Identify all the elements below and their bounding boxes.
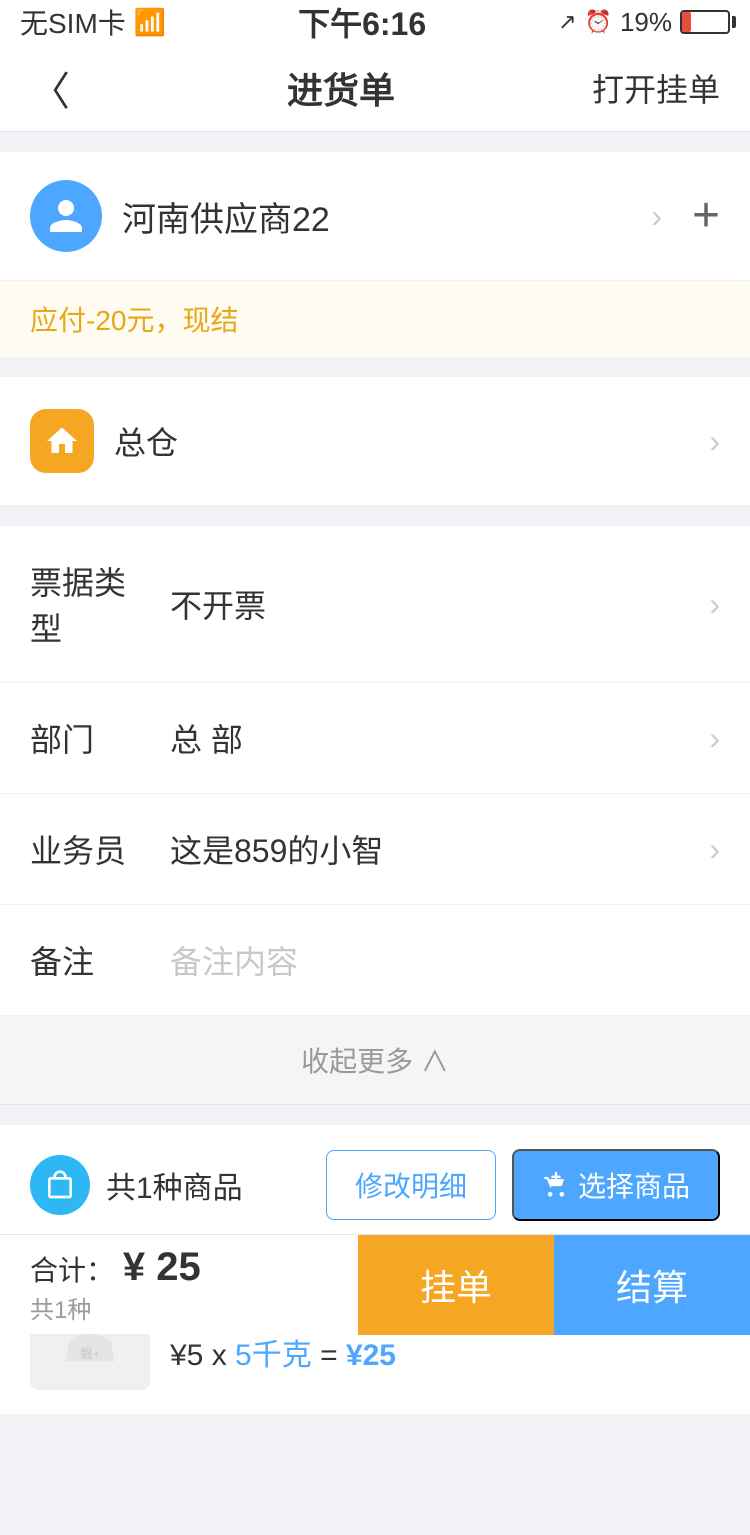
warehouse-section: 总仓 › bbox=[0, 377, 750, 506]
department-value: 总 部 bbox=[150, 715, 709, 761]
invoice-type-chevron-icon: › bbox=[709, 586, 720, 623]
gps-icon: ↗ bbox=[558, 9, 576, 35]
salesperson-label: 业务员 bbox=[30, 826, 150, 872]
invoice-type-row[interactable]: 票据类型 不开票 › bbox=[0, 526, 750, 683]
supplier-section: 河南供应商22 › + 应付-20元，现结 bbox=[0, 152, 750, 357]
carrier-text: 无SIM卡 bbox=[20, 2, 126, 42]
status-right: ↗ ⏰ 19% bbox=[558, 7, 730, 38]
total-section: 合计： ¥ 25 共1种 bbox=[0, 1245, 358, 1325]
product-unit-price: ¥5 x bbox=[170, 1339, 235, 1372]
remark-input[interactable]: 备注内容 bbox=[150, 937, 720, 983]
hang-button[interactable]: 挂单 bbox=[358, 1235, 554, 1335]
add-supplier-button[interactable]: + bbox=[692, 192, 720, 240]
battery-text: 19% bbox=[620, 7, 672, 38]
open-pending-button[interactable]: 打开挂单 bbox=[592, 65, 720, 111]
status-left: 无SIM卡 📶 bbox=[20, 2, 166, 42]
product-price: ¥5 x 5千克 = ¥25 bbox=[170, 1330, 664, 1374]
supplier-chevron-icon: › bbox=[651, 198, 662, 235]
nav-bar: 〈 进货单 打开挂单 bbox=[0, 44, 750, 132]
form-fields-section: 票据类型 不开票 › 部门 总 部 › 业务员 这是859的小智 › 备注 备注… bbox=[0, 526, 750, 1016]
products-count: 共1种商品 bbox=[106, 1163, 326, 1207]
cart-add-icon bbox=[542, 1171, 570, 1199]
supplier-avatar bbox=[30, 180, 102, 252]
total-count: 共1种 bbox=[30, 1290, 328, 1325]
remark-label: 备注 bbox=[30, 937, 150, 983]
product-total: ¥25 bbox=[346, 1339, 396, 1372]
department-label: 部门 bbox=[30, 715, 150, 761]
wifi-icon: 📶 bbox=[134, 7, 166, 38]
salesperson-row[interactable]: 业务员 这是859的小智 › bbox=[0, 794, 750, 905]
department-chevron-icon: › bbox=[709, 720, 720, 757]
page-title: 进货单 bbox=[287, 62, 395, 114]
total-row: 合计： ¥ 25 bbox=[30, 1245, 328, 1290]
collapse-row[interactable]: 收起更多 ∧ bbox=[0, 1016, 750, 1105]
bottom-spacer bbox=[0, 1415, 750, 1535]
select-product-label: 选择商品 bbox=[578, 1165, 690, 1205]
products-icon-bg bbox=[30, 1155, 90, 1215]
warehouse-icon-bg bbox=[30, 409, 94, 473]
total-amount: ¥ 25 bbox=[123, 1245, 201, 1289]
invoice-type-value: 不开票 bbox=[150, 581, 709, 627]
shopping-bag-icon bbox=[44, 1169, 76, 1201]
invoice-type-label: 票据类型 bbox=[30, 558, 150, 650]
warehouse-label: 总仓 bbox=[114, 418, 709, 464]
supplier-alert: 应付-20元，现结 bbox=[0, 281, 750, 357]
department-row[interactable]: 部门 总 部 › bbox=[0, 683, 750, 794]
warehouse-row[interactable]: 总仓 › bbox=[0, 377, 750, 506]
product-quantity: 5千克 bbox=[235, 1339, 312, 1372]
status-bar: 无SIM卡 📶 下午6:16 ↗ ⏰ 19% bbox=[0, 0, 750, 44]
battery-fill bbox=[682, 12, 691, 32]
remark-row[interactable]: 备注 备注内容 bbox=[0, 905, 750, 1016]
alarm-icon: ⏰ bbox=[585, 9, 612, 35]
settle-button[interactable]: 结算 bbox=[554, 1235, 750, 1335]
warehouse-icon bbox=[44, 423, 80, 459]
product-equals: = bbox=[320, 1339, 346, 1372]
products-header: 共1种商品 修改明细 选择商品 bbox=[0, 1125, 750, 1246]
supplier-row[interactable]: 河南供应商22 › + bbox=[0, 152, 750, 281]
bottom-bar: 合计： ¥ 25 共1种 挂单 结算 bbox=[0, 1234, 750, 1334]
svg-text:磐+: 磐+ bbox=[80, 1347, 100, 1361]
warehouse-chevron-icon: › bbox=[709, 423, 720, 460]
collapse-text: 收起更多 ∧ bbox=[301, 1040, 449, 1080]
salesperson-chevron-icon: › bbox=[709, 831, 720, 868]
battery-icon bbox=[680, 10, 730, 34]
back-button[interactable]: 〈 bbox=[30, 59, 90, 117]
select-product-button[interactable]: 选择商品 bbox=[512, 1149, 720, 1221]
person-icon bbox=[46, 196, 86, 236]
salesperson-value: 这是859的小智 bbox=[150, 826, 709, 872]
supplier-name: 河南供应商22 bbox=[122, 192, 651, 241]
edit-detail-button[interactable]: 修改明细 bbox=[326, 1150, 496, 1220]
status-time: 下午6:16 bbox=[298, 0, 426, 45]
total-label: 合计： bbox=[30, 1255, 114, 1286]
